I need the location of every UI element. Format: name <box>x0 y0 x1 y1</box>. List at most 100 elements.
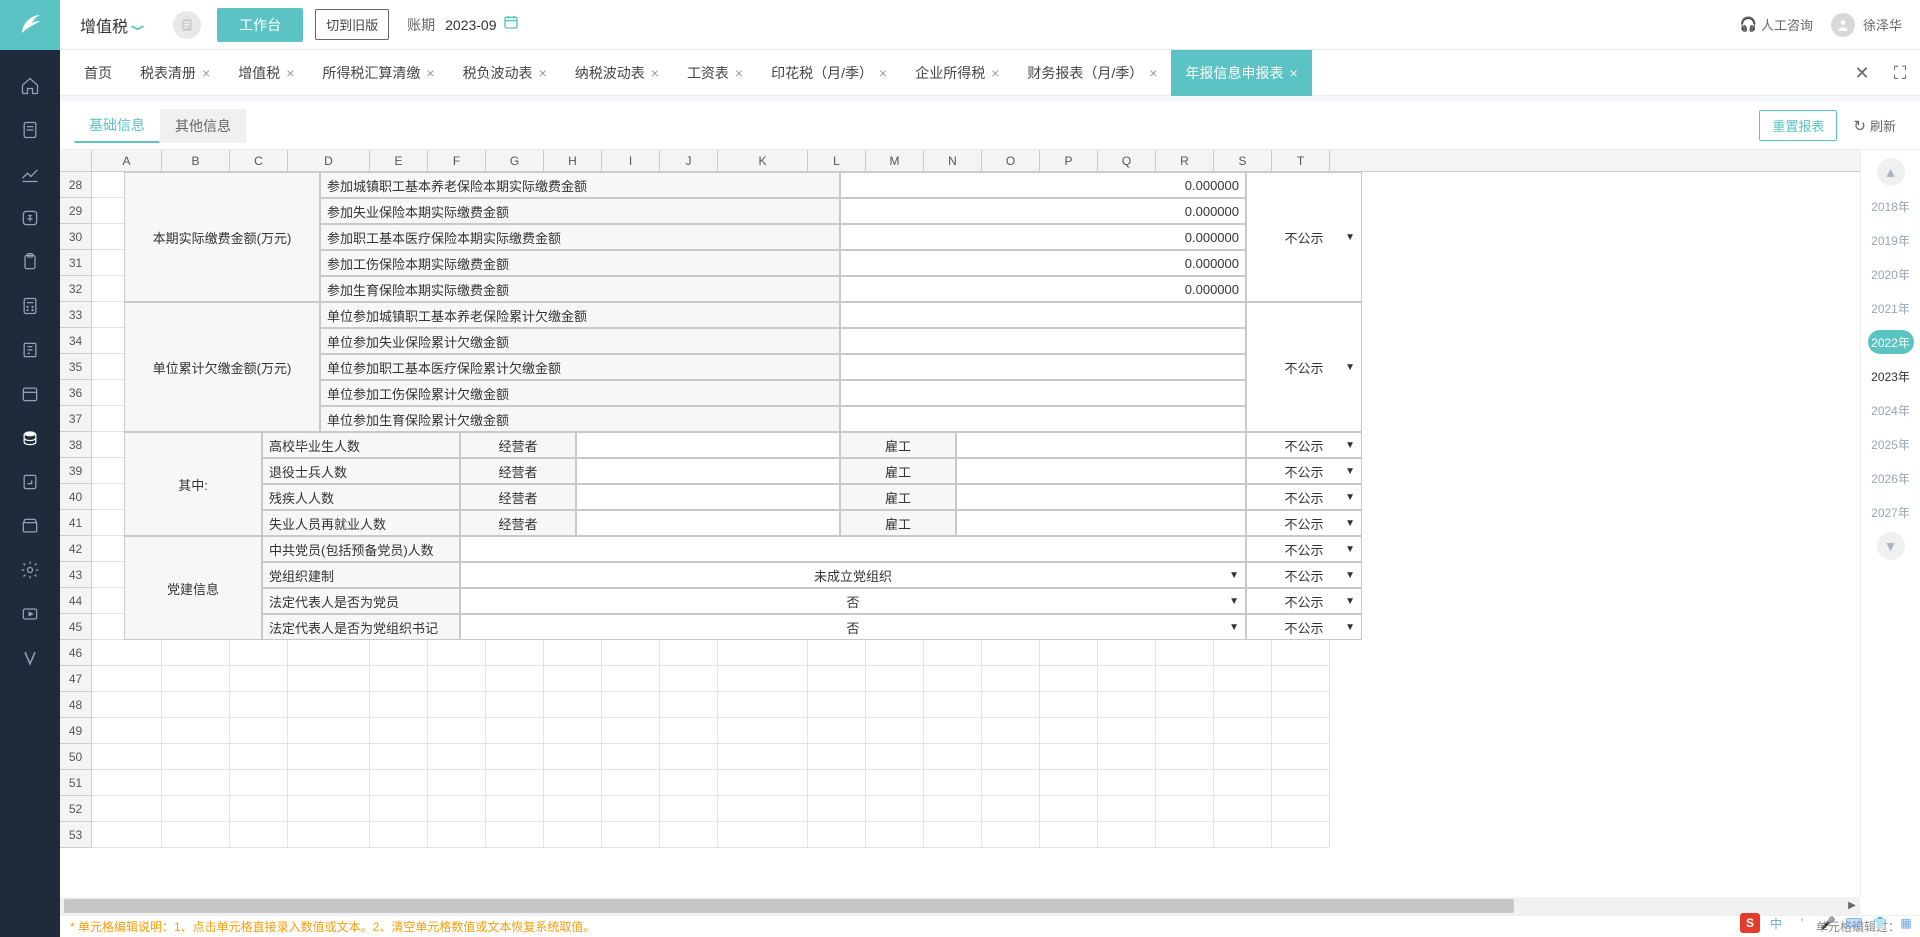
sidebar-report[interactable] <box>0 108 60 152</box>
row-header-28[interactable]: 28 <box>60 172 92 198</box>
group1-item-3[interactable]: 参加工伤保险本期实际缴费金额 <box>320 250 840 276</box>
group2-title[interactable]: 单位累计欠缴金额(万元) <box>124 302 320 432</box>
group2-display[interactable]: 不公示 <box>1246 302 1362 432</box>
group1-title[interactable]: 本期实际缴费金额(万元) <box>124 172 320 302</box>
column-header-J[interactable]: J <box>660 150 718 171</box>
row-header-46[interactable]: 46 <box>60 640 92 666</box>
column-header-M[interactable]: M <box>866 150 924 171</box>
party-row4[interactable]: 法定代表人是否为党组织书记 <box>262 614 460 640</box>
column-header-Q[interactable]: Q <box>1098 150 1156 171</box>
row-header-35[interactable]: 35 <box>60 354 92 380</box>
group1-value-4[interactable]: 0.000000 <box>840 276 1246 302</box>
column-header-N[interactable]: N <box>924 150 982 171</box>
tab-10[interactable]: 年报信息申报表× <box>1171 50 1311 96</box>
column-header-T[interactable]: T <box>1272 150 1330 171</box>
tab-0[interactable]: 首页 <box>70 50 126 96</box>
party-row4-val[interactable]: 否 <box>460 614 1246 640</box>
row-header-32[interactable]: 32 <box>60 276 92 302</box>
row-header-38[interactable]: 38 <box>60 432 92 458</box>
column-header-S[interactable]: S <box>1214 150 1272 171</box>
people-a-0[interactable]: 高校毕业生人数 <box>262 432 460 458</box>
tab-5[interactable]: 纳税波动表× <box>561 50 673 96</box>
people-c-3[interactable]: 雇工 <box>840 510 956 536</box>
group2-value-3[interactable] <box>840 380 1246 406</box>
year-next-icon[interactable]: ▼ <box>1877 532 1905 560</box>
party-row2[interactable]: 党组织建制 <box>262 562 460 588</box>
horizontal-scrollbar[interactable]: ◀ ▶ <box>60 897 1860 915</box>
workbench-button[interactable]: 工作台 <box>217 8 303 42</box>
row-header-31[interactable]: 31 <box>60 250 92 276</box>
year-2024年[interactable]: 2024年 <box>1868 398 1914 422</box>
party-row1[interactable]: 中共党员(包括预备党员)人数 <box>262 536 460 562</box>
close-icon[interactable]: × <box>286 65 294 81</box>
group2-item-1[interactable]: 单位参加失业保险累计欠缴金额 <box>320 328 840 354</box>
period-value[interactable]: 2023-09 <box>445 17 496 33</box>
app-logo[interactable] <box>0 0 60 50</box>
year-2018年[interactable]: 2018年 <box>1868 194 1914 218</box>
close-icon[interactable]: × <box>651 65 659 81</box>
people-c-0[interactable]: 雇工 <box>840 432 956 458</box>
tab-7[interactable]: 印花税（月/季）× <box>757 50 901 96</box>
group2-value-1[interactable] <box>840 328 1246 354</box>
sidebar-settings[interactable] <box>0 548 60 592</box>
column-header-H[interactable]: H <box>544 150 602 171</box>
row-header-47[interactable]: 47 <box>60 666 92 692</box>
group1-item-2[interactable]: 参加职工基本医疗保险本期实际缴费金额 <box>320 224 840 250</box>
year-2021年[interactable]: 2021年 <box>1868 296 1914 320</box>
sidebar-calculator[interactable] <box>0 284 60 328</box>
column-header-C[interactable]: C <box>230 150 288 171</box>
row-header-36[interactable]: 36 <box>60 380 92 406</box>
sidebar-tax[interactable] <box>0 328 60 372</box>
group1-item-1[interactable]: 参加失业保险本期实际缴费金额 <box>320 198 840 224</box>
people-a-3[interactable]: 失业人员再就业人数 <box>262 510 460 536</box>
party-display-3[interactable]: 不公示 <box>1246 588 1362 614</box>
help-link[interactable]: 人工咨询 <box>1740 15 1813 34</box>
sidebar-video[interactable] <box>0 592 60 636</box>
close-icon[interactable]: × <box>1289 65 1297 81</box>
ime-sogou-icon[interactable]: S <box>1740 913 1760 933</box>
switch-old-button[interactable]: 切到旧版 <box>315 9 389 40</box>
people-bval-0[interactable] <box>576 432 840 458</box>
tab-8[interactable]: 企业所得税× <box>901 50 1013 96</box>
column-header-L[interactable]: L <box>808 150 866 171</box>
year-2025年[interactable]: 2025年 <box>1868 432 1914 456</box>
row-header-41[interactable]: 41 <box>60 510 92 536</box>
row-header-44[interactable]: 44 <box>60 588 92 614</box>
ime-punct-icon[interactable]: ' <box>1792 913 1812 933</box>
row-header-40[interactable]: 40 <box>60 484 92 510</box>
party-row1-val[interactable] <box>460 536 1246 562</box>
close-icon[interactable]: × <box>735 65 743 81</box>
people-c-2[interactable]: 雇工 <box>840 484 956 510</box>
module-dropdown-caret[interactable]: ⌄ <box>124 14 187 35</box>
party-display-4[interactable]: 不公示 <box>1246 614 1362 640</box>
people-bval-1[interactable] <box>576 458 840 484</box>
row-header-34[interactable]: 34 <box>60 328 92 354</box>
column-header-D[interactable]: D <box>288 150 370 171</box>
tab-6[interactable]: 工资表× <box>673 50 757 96</box>
row-header-37[interactable]: 37 <box>60 406 92 432</box>
people-display-1[interactable]: 不公示 <box>1246 458 1362 484</box>
year-prev-icon[interactable]: ▲ <box>1877 158 1905 186</box>
sidebar-home[interactable] <box>0 64 60 108</box>
people-b-3[interactable]: 经营者 <box>460 510 576 536</box>
sidebar-chart[interactable] <box>0 152 60 196</box>
row-header-33[interactable]: 33 <box>60 302 92 328</box>
ime-lang-icon[interactable]: 中 <box>1766 913 1786 933</box>
column-header-O[interactable]: O <box>982 150 1040 171</box>
close-icon[interactable]: × <box>1149 65 1157 81</box>
column-header-F[interactable]: F <box>428 150 486 171</box>
people-display-3[interactable]: 不公示 <box>1246 510 1362 536</box>
ime-mic-icon[interactable]: 🎤 <box>1818 913 1838 933</box>
group1-item-0[interactable]: 参加城镇职工基本养老保险本期实际缴费金额 <box>320 172 840 198</box>
party-display-2[interactable]: 不公示 <box>1246 562 1362 588</box>
group1-value-2[interactable]: 0.000000 <box>840 224 1246 250</box>
row-header-29[interactable]: 29 <box>60 198 92 224</box>
user-menu[interactable]: 徐泽华 <box>1831 13 1902 37</box>
year-2027年[interactable]: 2027年 <box>1868 500 1914 524</box>
column-header-B[interactable]: B <box>162 150 230 171</box>
close-icon[interactable]: × <box>426 65 434 81</box>
people-b-0[interactable]: 经营者 <box>460 432 576 458</box>
year-2022年[interactable]: 2022年 <box>1868 330 1914 354</box>
tab-2[interactable]: 增值税× <box>224 50 308 96</box>
ime-keyboard-icon[interactable]: ⌨ <box>1844 913 1864 933</box>
